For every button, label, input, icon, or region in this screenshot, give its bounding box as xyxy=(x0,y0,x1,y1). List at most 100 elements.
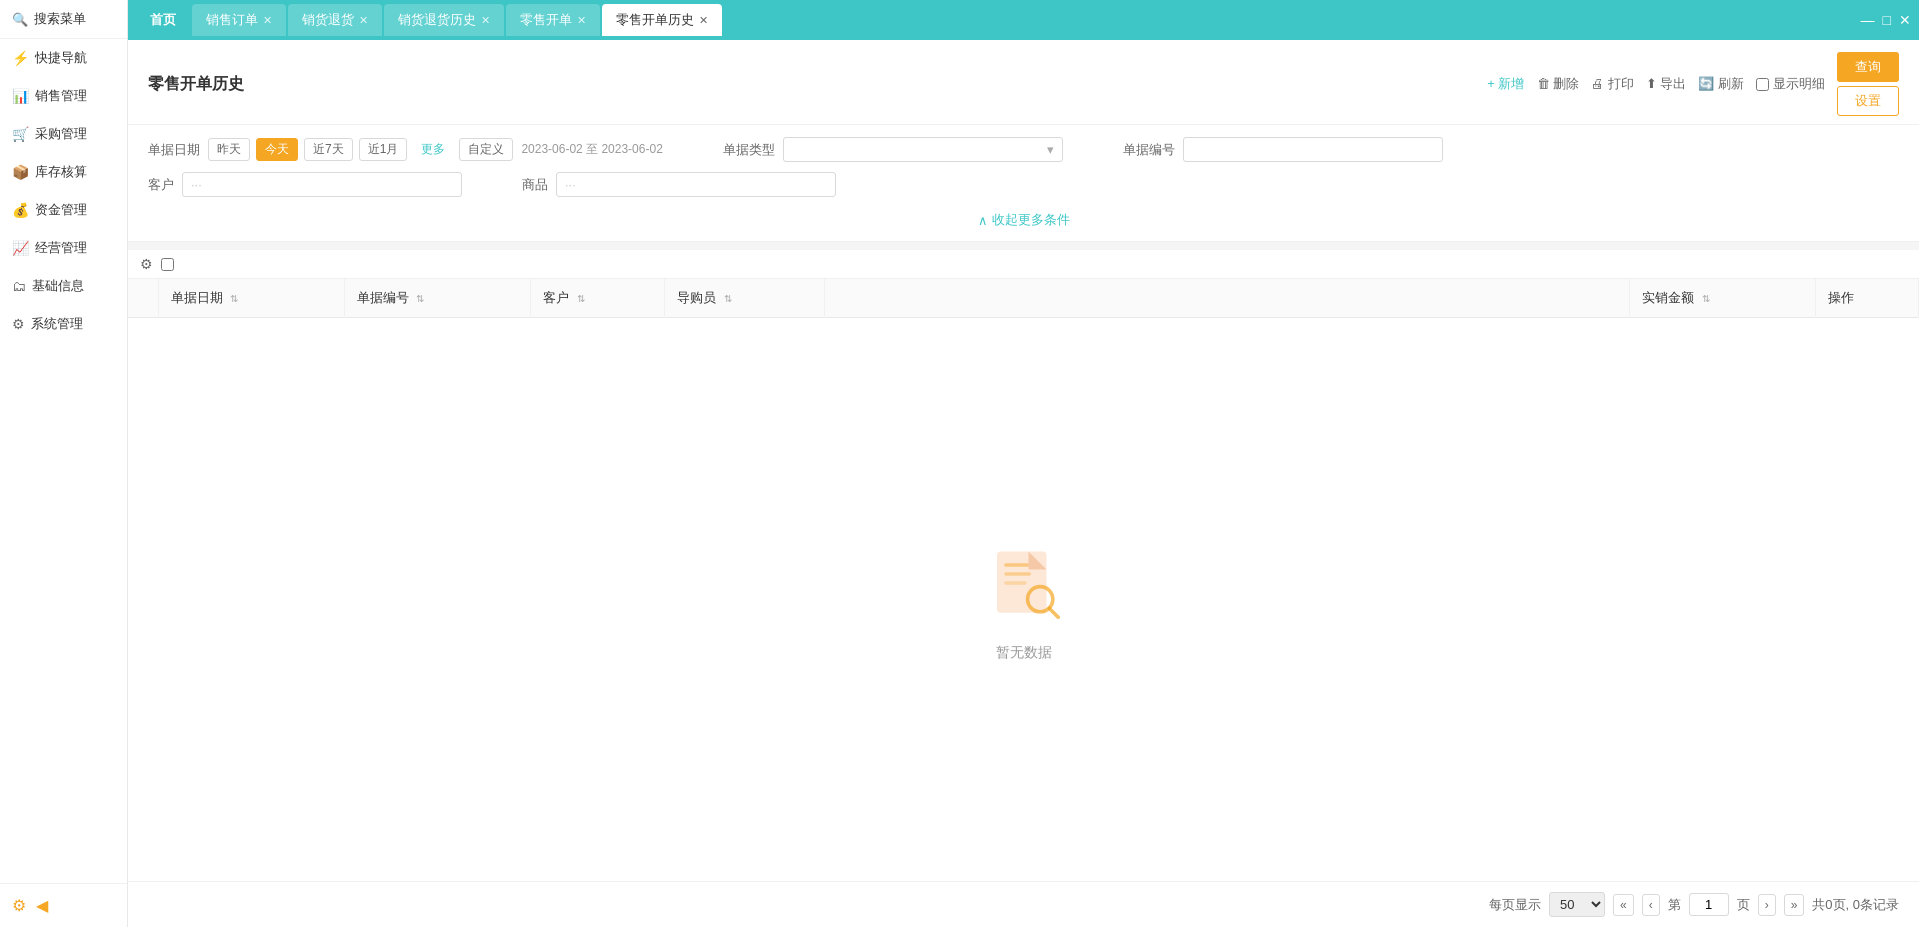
window-maximize[interactable]: □ xyxy=(1883,12,1891,28)
th-checkbox xyxy=(128,279,158,318)
tab-sales-return-history[interactable]: 销货退货历史 ✕ xyxy=(384,4,504,36)
footer-gear-button[interactable]: ⚙ xyxy=(12,896,26,915)
filter-order-type-item: 单据类型 ▾ xyxy=(723,137,1063,162)
setting-button[interactable]: 设置 xyxy=(1837,86,1899,116)
last-page-button[interactable]: » xyxy=(1784,894,1805,916)
first-page-button[interactable]: « xyxy=(1613,894,1634,916)
th-customer-label: 客户 xyxy=(543,290,569,305)
order-type-select[interactable]: ▾ xyxy=(783,137,1063,162)
sort-icon-date: ⇅ xyxy=(230,293,238,304)
tab-home[interactable]: 首页 xyxy=(136,4,190,36)
sidebar-item-operations[interactable]: 📈 经营管理 xyxy=(0,229,127,267)
sidebar-item-finance[interactable]: 💰 资金管理 xyxy=(0,191,127,229)
svg-rect-2 xyxy=(1004,572,1031,576)
display-detail-checkbox[interactable] xyxy=(1756,78,1769,91)
customer-select[interactable]: ··· xyxy=(182,172,462,197)
sidebar-item-label: 销售管理 xyxy=(35,87,87,105)
page-label: 页 xyxy=(1737,896,1750,914)
th-guide-label: 导购员 xyxy=(677,290,716,305)
prev-page-button[interactable]: ‹ xyxy=(1642,894,1660,916)
sidebar-item-purchase-mgmt[interactable]: 🛒 采购管理 xyxy=(0,115,127,153)
pagination-total: 共0页, 0条记录 xyxy=(1812,896,1899,914)
export-button[interactable]: ⬆ 导出 xyxy=(1646,75,1687,93)
window-controls: — □ ✕ xyxy=(1861,12,1911,28)
tab-sales-return-history-close[interactable]: ✕ xyxy=(481,14,490,27)
sidebar-collapse-button[interactable]: ◀ xyxy=(36,896,48,915)
date-btn-yesterday[interactable]: 昨天 xyxy=(208,138,250,161)
th-action: 操作 xyxy=(1816,279,1919,318)
order-no-input[interactable] xyxy=(1183,137,1443,162)
tab-sales-order[interactable]: 销售订单 ✕ xyxy=(192,4,286,36)
per-page-select[interactable]: 50 100 200 xyxy=(1549,892,1605,917)
select-all-checkbox[interactable] xyxy=(161,258,174,271)
tab-retail-open-history-close[interactable]: ✕ xyxy=(699,14,708,27)
date-btn-more[interactable]: 更多 xyxy=(413,139,453,160)
date-btn-today[interactable]: 今天 xyxy=(256,138,298,161)
svg-rect-3 xyxy=(1004,581,1026,585)
sidebar-item-basic-info[interactable]: 🗂 基础信息 xyxy=(0,267,127,305)
filter-area: 单据日期 昨天 今天 近7天 近1月 更多 自定义 2023-06-02 至 2… xyxy=(128,125,1919,242)
page-word: 第 xyxy=(1668,896,1681,914)
add-button[interactable]: + 新增 xyxy=(1487,75,1524,93)
sales-icon: 📊 xyxy=(12,88,29,104)
filter-row-1: 单据日期 昨天 今天 近7天 近1月 更多 自定义 2023-06-02 至 2… xyxy=(148,137,1899,162)
sidebar-search-label: 搜索菜单 xyxy=(34,10,86,28)
sort-icon-customer: ⇅ xyxy=(577,293,585,304)
tab-retail-open-history-label: 零售开单历史 xyxy=(616,11,694,29)
sort-icon-guide: ⇅ xyxy=(724,293,732,304)
main-area: 首页 销售订单 ✕ 销货退货 ✕ 销货退货历史 ✕ 零售开单 ✕ 零售开单历史 … xyxy=(128,0,1919,927)
tab-sales-return-close[interactable]: ✕ xyxy=(359,14,368,27)
th-spacer xyxy=(825,279,1630,318)
sidebar-item-label: 资金管理 xyxy=(35,201,87,219)
date-btn-custom[interactable]: 自定义 xyxy=(459,138,513,161)
per-page-label: 每页显示 xyxy=(1489,896,1541,914)
th-amount-label: 实销金额 xyxy=(1642,290,1694,305)
tab-sales-order-close[interactable]: ✕ xyxy=(263,14,272,27)
order-no-label: 单据编号 xyxy=(1123,141,1175,159)
tab-sales-return[interactable]: 销货退货 ✕ xyxy=(288,4,382,36)
print-button[interactable]: 🖨 打印 xyxy=(1591,75,1634,93)
customer-placeholder: ··· xyxy=(191,177,202,192)
display-detail-checkbox-label[interactable]: 显示明细 xyxy=(1756,75,1825,93)
inventory-icon: 📦 xyxy=(12,164,29,180)
table-area: ⚙ 单据日期 ⇅ 单据编号 ⇅ xyxy=(128,250,1919,881)
sidebar-item-label: 基础信息 xyxy=(32,277,84,295)
tab-retail-open-label: 零售开单 xyxy=(520,11,572,29)
sidebar-item-system-mgmt[interactable]: ⚙ 系统管理 xyxy=(0,305,127,343)
chevron-up-icon: ∧ xyxy=(978,213,988,228)
collapse-bar[interactable]: ∧ 收起更多条件 xyxy=(148,207,1899,229)
refresh-button[interactable]: 🔄 刷新 xyxy=(1698,75,1744,93)
th-amount[interactable]: 实销金额 ⇅ xyxy=(1630,279,1816,318)
tab-retail-open-history[interactable]: 零售开单历史 ✕ xyxy=(602,4,722,36)
sidebar-search[interactable]: 🔍 搜索菜单 xyxy=(0,0,127,39)
product-select[interactable]: ··· xyxy=(556,172,836,197)
sidebar-item-label: 经营管理 xyxy=(35,239,87,257)
tab-retail-open-close[interactable]: ✕ xyxy=(577,14,586,27)
table-settings-icon[interactable]: ⚙ xyxy=(140,256,153,272)
tab-retail-open[interactable]: 零售开单 ✕ xyxy=(506,4,600,36)
window-minimize[interactable]: — xyxy=(1861,12,1875,28)
window-close[interactable]: ✕ xyxy=(1899,12,1911,28)
content-area: 零售开单历史 + 新增 🗑 删除 🖨 打印 ⬆ 导出 🔄 刷新 显示明细 查询 … xyxy=(128,40,1919,927)
next-page-button[interactable]: › xyxy=(1758,894,1776,916)
th-customer[interactable]: 客户 ⇅ xyxy=(531,279,665,318)
sidebar-item-label: 采购管理 xyxy=(35,125,87,143)
date-btn-1month[interactable]: 近1月 xyxy=(359,138,408,161)
th-date[interactable]: 单据日期 ⇅ xyxy=(158,279,344,318)
tab-sales-return-history-label: 销货退货历史 xyxy=(398,11,476,29)
filter-order-no-item: 单据编号 xyxy=(1123,137,1443,162)
date-btn-7days[interactable]: 近7天 xyxy=(304,138,353,161)
current-page-input[interactable] xyxy=(1689,893,1729,916)
sidebar-item-sales-mgmt[interactable]: 📊 销售管理 xyxy=(0,77,127,115)
query-button[interactable]: 查询 xyxy=(1837,52,1899,82)
tab-sales-return-label: 销货退货 xyxy=(302,11,354,29)
th-guide[interactable]: 导购员 ⇅ xyxy=(665,279,825,318)
th-no[interactable]: 单据编号 ⇅ xyxy=(344,279,530,318)
customer-label: 客户 xyxy=(148,176,174,194)
data-table: 单据日期 ⇅ 单据编号 ⇅ 客户 ⇅ 导购员 ⇅ xyxy=(128,279,1919,318)
sidebar-item-quick-nav[interactable]: ⚡ 快捷导航 xyxy=(0,39,127,77)
sidebar-item-label: 系统管理 xyxy=(31,315,83,333)
delete-button[interactable]: 🗑 删除 xyxy=(1537,75,1580,93)
chevron-down-icon: ▾ xyxy=(1047,142,1054,157)
sidebar-item-inventory[interactable]: 📦 库存核算 xyxy=(0,153,127,191)
